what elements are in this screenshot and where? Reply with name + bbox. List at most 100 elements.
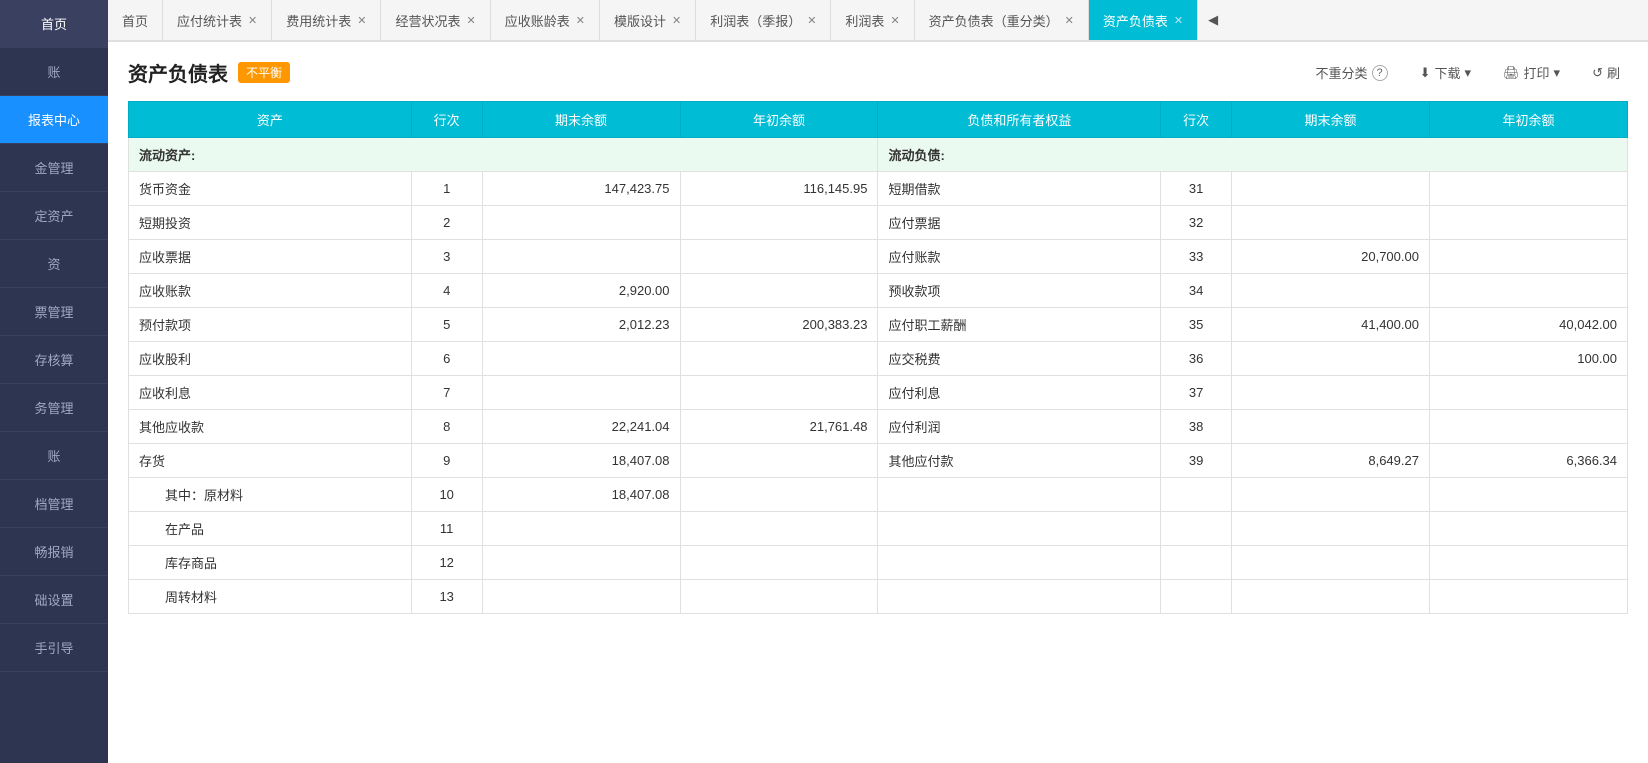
sidebar-item-archive-mgmt[interactable]: 档管理 bbox=[0, 480, 108, 528]
year-start-amount2: 100.00 bbox=[1429, 342, 1627, 376]
period-end-amount2 bbox=[1232, 376, 1430, 410]
refresh-button[interactable]: ↺ 刷 bbox=[1584, 59, 1628, 86]
year-start-amount bbox=[680, 342, 878, 376]
content-area: 资产负债表 不平衡 不重分类 ? ⬇ 下载 ▾ 🖨 打印 ▾ bbox=[108, 42, 1648, 763]
liability-label: 预收款项 bbox=[878, 274, 1161, 308]
close-icon[interactable]: ✕ bbox=[672, 14, 681, 27]
row-number: 12 bbox=[411, 546, 482, 580]
year-start-amount2 bbox=[1429, 206, 1627, 240]
no-reclassify-button[interactable]: 不重分类 ? bbox=[1308, 59, 1396, 86]
row-number2: 32 bbox=[1161, 206, 1232, 240]
sidebar-item-ticket-mgmt[interactable]: 票管理 bbox=[0, 288, 108, 336]
section-label-asset: 流动资产: bbox=[129, 138, 878, 172]
sidebar-item-report-center[interactable]: 报表中心 bbox=[0, 96, 108, 144]
row-number: 10 bbox=[411, 478, 482, 512]
liability-label bbox=[878, 478, 1161, 512]
page-title: 资产负债表 bbox=[128, 58, 228, 87]
liability-label: 应付账款 bbox=[878, 240, 1161, 274]
section-label-liability: 流动负债: bbox=[878, 138, 1628, 172]
sidebar-item-guide[interactable]: 手引导 bbox=[0, 624, 108, 672]
close-icon[interactable]: ✕ bbox=[248, 14, 257, 27]
asset-label: 在产品 bbox=[129, 512, 412, 546]
year-start-amount2: 40,042.00 bbox=[1429, 308, 1627, 342]
close-icon[interactable]: ✕ bbox=[1065, 14, 1074, 27]
row-number2: 31 bbox=[1161, 172, 1232, 206]
col-row-num2: 行次 bbox=[1161, 102, 1232, 138]
col-year-start: 年初余额 bbox=[680, 102, 878, 138]
download-button[interactable]: ⬇ 下载 ▾ bbox=[1412, 59, 1479, 86]
col-row-num: 行次 bbox=[411, 102, 482, 138]
tab-expense-stats[interactable]: 费用统计表 ✕ bbox=[272, 0, 381, 41]
tab-balance-sheet[interactable]: 资产负债表 ✕ bbox=[1089, 0, 1198, 41]
tab-ar-aging[interactable]: 应收账龄表 ✕ bbox=[491, 0, 600, 41]
col-period-end: 期末余额 bbox=[482, 102, 680, 138]
year-start-amount2 bbox=[1429, 410, 1627, 444]
asset-label: 短期投资 bbox=[129, 206, 412, 240]
row-number: 1 bbox=[411, 172, 482, 206]
year-start-amount2 bbox=[1429, 172, 1627, 206]
tab-bar: 首页 应付统计表 ✕ 费用统计表 ✕ 经营状况表 ✕ 应收账龄表 ✕ 模版设计 … bbox=[108, 0, 1648, 42]
sidebar: 首页 账 报表中心 金管理 定资产 资 票管理 存核算 务管理 账 档管理 畅报… bbox=[0, 0, 108, 763]
tab-home[interactable]: 首页 bbox=[108, 0, 163, 41]
print-button[interactable]: 🖨 打印 ▾ bbox=[1495, 59, 1568, 86]
row-number2: 33 bbox=[1161, 240, 1232, 274]
close-icon[interactable]: ✕ bbox=[357, 14, 366, 27]
row-number2: 38 bbox=[1161, 410, 1232, 444]
row-number: 9 bbox=[411, 444, 482, 478]
period-end-amount: 18,407.08 bbox=[482, 478, 680, 512]
tab-biz-status[interactable]: 经营状况表 ✕ bbox=[381, 0, 490, 41]
asset-label: 库存商品 bbox=[129, 546, 412, 580]
row-number2: 35 bbox=[1161, 308, 1232, 342]
asset-label: 周转材料 bbox=[129, 580, 412, 614]
chevron-down-icon: ▾ bbox=[1464, 65, 1471, 81]
row-number: 13 bbox=[411, 580, 482, 614]
asset-label: 其中：原材料 bbox=[129, 478, 412, 512]
year-start-amount bbox=[680, 444, 878, 478]
sidebar-item-account[interactable]: 账 bbox=[0, 48, 108, 96]
tab-balance-reclassified[interactable]: 资产负债表（重分类） ✕ bbox=[915, 0, 1089, 41]
sidebar-item-ledger[interactable]: 账 bbox=[0, 432, 108, 480]
tab-payable-stats[interactable]: 应付统计表 ✕ bbox=[163, 0, 272, 41]
tab-profit-quarterly[interactable]: 利润表（季报） ✕ bbox=[696, 0, 831, 41]
sidebar-item-biz-mgmt[interactable]: 务管理 bbox=[0, 384, 108, 432]
tab-profit[interactable]: 利润表 ✕ bbox=[831, 0, 914, 41]
close-icon[interactable]: ✕ bbox=[1174, 14, 1183, 27]
sidebar-item-basic-settings[interactable]: 础设置 bbox=[0, 576, 108, 624]
tab-template-design[interactable]: 模版设计 ✕ bbox=[600, 0, 696, 41]
period-end-amount bbox=[482, 342, 680, 376]
help-icon[interactable]: ? bbox=[1372, 65, 1388, 81]
period-end-amount2: 41,400.00 bbox=[1232, 308, 1430, 342]
close-icon[interactable]: ✕ bbox=[890, 14, 899, 27]
col-period-end2: 期末余额 bbox=[1232, 102, 1430, 138]
year-start-amount bbox=[680, 478, 878, 512]
year-start-amount2 bbox=[1429, 376, 1627, 410]
row-number2 bbox=[1161, 580, 1232, 614]
year-start-amount2: 6,366.34 bbox=[1429, 444, 1627, 478]
period-end-amount bbox=[482, 206, 680, 240]
liability-label bbox=[878, 546, 1161, 580]
tab-more-button[interactable]: ◀ bbox=[1198, 0, 1228, 41]
close-icon[interactable]: ✕ bbox=[467, 14, 476, 27]
refresh-icon: ↺ bbox=[1592, 65, 1603, 81]
asset-label: 应收账款 bbox=[129, 274, 412, 308]
asset-label: 存货 bbox=[129, 444, 412, 478]
asset-label: 应收股利 bbox=[129, 342, 412, 376]
sidebar-item-stock-settle[interactable]: 存核算 bbox=[0, 336, 108, 384]
row-number2: 36 bbox=[1161, 342, 1232, 376]
period-end-amount: 147,423.75 bbox=[482, 172, 680, 206]
sidebar-item-sales[interactable]: 畅报销 bbox=[0, 528, 108, 576]
liability-label: 短期借款 bbox=[878, 172, 1161, 206]
sidebar-item-home[interactable]: 首页 bbox=[0, 0, 108, 48]
row-number2 bbox=[1161, 478, 1232, 512]
year-start-amount2 bbox=[1429, 546, 1627, 580]
period-end-amount: 2,012.23 bbox=[482, 308, 680, 342]
liability-label: 应付利息 bbox=[878, 376, 1161, 410]
row-number: 3 bbox=[411, 240, 482, 274]
sidebar-item-fixed-assets[interactable]: 定资产 bbox=[0, 192, 108, 240]
sidebar-item-investment[interactable]: 资 bbox=[0, 240, 108, 288]
sidebar-item-fund-mgmt[interactable]: 金管理 bbox=[0, 144, 108, 192]
close-icon[interactable]: ✕ bbox=[807, 14, 816, 27]
asset-label: 应收利息 bbox=[129, 376, 412, 410]
year-start-amount2 bbox=[1429, 240, 1627, 274]
close-icon[interactable]: ✕ bbox=[576, 14, 585, 27]
